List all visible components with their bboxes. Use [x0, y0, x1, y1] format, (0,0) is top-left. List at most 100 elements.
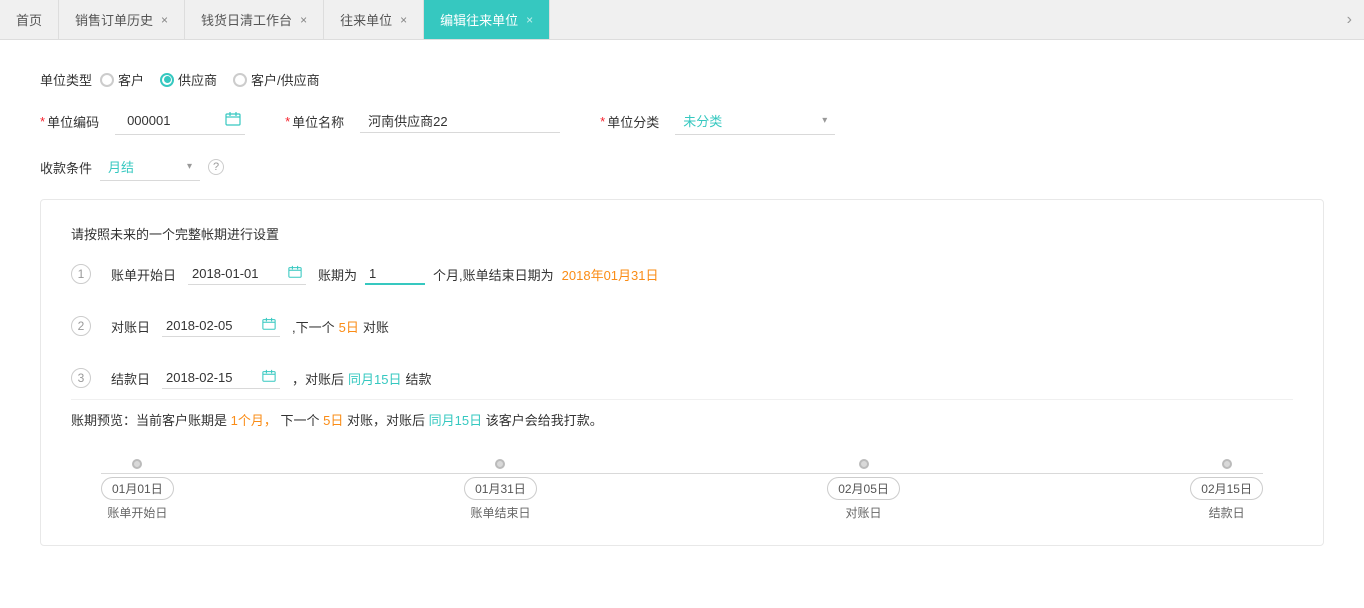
billing-settings-box: 请按照未来的一个完整帐期进行设置 1 账单开始日 账期为 — [40, 199, 1324, 546]
timeline-label-3: 对账日 — [846, 504, 882, 521]
timeline-label-4: 结款日 — [1209, 504, 1245, 521]
tab-partner-close[interactable]: × — [400, 13, 407, 27]
radio-customer-circle — [100, 73, 114, 87]
timeline-badge-1: 01月01日 — [101, 477, 174, 500]
billing-reconcile-calendar-icon[interactable] — [262, 317, 276, 334]
timeline-point-3: 02月05日 对账日 — [827, 459, 900, 521]
payment-terms-help-icon[interactable]: ? — [208, 159, 224, 175]
timeline-label-1: 账单开始日 — [107, 504, 167, 521]
timeline-badge-3: 02月05日 — [827, 477, 900, 500]
timeline-badge-2: 01月31日 — [464, 477, 537, 500]
tab-more-button[interactable]: › — [1335, 11, 1364, 29]
reconcile-day-highlight: 5日 — [339, 317, 359, 336]
billing-row-1: 1 账单开始日 账期为 个月,账单结束日期为 2018年01月31日 — [71, 263, 1293, 285]
billing-start-date-input[interactable] — [192, 266, 282, 281]
timeline-dot-4 — [1222, 459, 1232, 469]
unit-category-group: * 单位分类 未分类 ▾ — [600, 107, 835, 135]
radio-supplier-circle — [160, 73, 174, 87]
unit-code-group: * 单位编码 — [40, 107, 245, 135]
unit-category-select[interactable]: 未分类 ▾ — [675, 107, 835, 135]
tab-home-label: 首页 — [16, 10, 42, 29]
unit-name-group: * 单位名称 — [285, 109, 560, 133]
payment-suffix2: 结款 — [406, 369, 432, 388]
billing-period-input[interactable] — [365, 264, 425, 285]
tab-edit-partner-label: 编辑往来单位 — [440, 10, 518, 29]
timeline-items: 01月01日 账单开始日 01月31日 账单结束日 — [101, 459, 1263, 521]
preview-text: 账期预览：当前客户账期是 1个月， 下一个 5日 对账，对账后 同月15日 该客… — [71, 410, 1293, 429]
billing-start-date-input-wrapper — [188, 263, 306, 285]
billing-row-3: 3 结款日 ，对账后 同月15日 结款 — [71, 367, 1293, 389]
unit-category-value: 未分类 — [683, 111, 816, 130]
payment-terms-value: 月结 — [108, 157, 181, 176]
unit-code-required-star: * — [40, 114, 45, 129]
unit-category-label: 单位分类 — [607, 112, 659, 131]
radio-supplier-label: 供应商 — [178, 70, 217, 89]
tab-cash-work-label: 钱货日清工作台 — [201, 10, 292, 29]
main-content: 单位类型 客户 供应商 客户/供应商 * 单位编码 — [0, 40, 1364, 608]
timeline-dot-3 — [859, 459, 869, 469]
billing-start-date-label: 账单开始日 — [111, 265, 176, 284]
payment-terms-arrow-icon: ▾ — [187, 161, 192, 172]
radio-customer-label: 客户 — [118, 70, 144, 89]
unit-type-radio-group: 客户 供应商 客户/供应商 — [100, 70, 320, 89]
timeline-dot-2 — [495, 459, 505, 469]
tab-cash-work-close[interactable]: × — [300, 13, 307, 27]
timeline-point-4: 02月15日 结款日 — [1190, 459, 1263, 521]
billing-start-date-calendar-icon[interactable] — [288, 265, 302, 282]
billing-payment-label: 结款日 — [111, 369, 150, 388]
tab-home[interactable]: 首页 — [0, 0, 59, 39]
reconcile-suffix2: 对账 — [363, 317, 389, 336]
unit-fields-row: * 单位编码 * 单位名称 * 单位分类 — [40, 107, 1324, 135]
payment-terms-row: 收款条件 月结 ▾ ? — [40, 153, 1324, 181]
billing-row-2-number: 2 — [71, 316, 91, 336]
billing-payment-calendar-icon[interactable] — [262, 369, 276, 386]
unit-code-icon[interactable] — [225, 111, 241, 130]
billing-row-1-number: 1 — [71, 264, 91, 284]
tab-edit-partner[interactable]: 编辑往来单位 × — [424, 0, 550, 39]
preview-reconcile-text: 下一个 — [281, 413, 320, 428]
billing-row-3-number: 3 — [71, 368, 91, 388]
payment-terms-select[interactable]: 月结 ▾ — [100, 153, 200, 181]
preview-payment-suffix: 该客户会给我打款。 — [486, 413, 603, 428]
unit-type-label: 单位类型 — [40, 70, 92, 89]
radio-both[interactable]: 客户/供应商 — [233, 70, 320, 89]
radio-customer[interactable]: 客户 — [100, 70, 144, 89]
reconcile-suffix1: ,下一个 — [292, 317, 335, 336]
unit-name-input[interactable] — [360, 109, 560, 133]
unit-name-required-star: * — [285, 114, 290, 129]
payment-suffix1: ，对账后 — [292, 369, 344, 388]
billing-reconcile-date-input[interactable] — [166, 318, 256, 333]
billing-box-title: 请按照未来的一个完整帐期进行设置 — [71, 224, 1293, 243]
unit-code-label: 单位编码 — [47, 112, 99, 131]
timeline-point-2: 01月31日 账单结束日 — [464, 459, 537, 521]
tab-sales-history[interactable]: 销售订单历史 × — [59, 0, 185, 39]
billing-end-date-highlight: 2018年01月31日 — [562, 265, 659, 284]
tab-sales-history-close[interactable]: × — [161, 13, 168, 27]
preview-section: 账期预览：当前客户账期是 1个月， 下一个 5日 对账，对账后 同月15日 该客… — [71, 399, 1293, 521]
tab-cash-work[interactable]: 钱货日清工作台 × — [185, 0, 324, 39]
tab-partner-label: 往来单位 — [340, 10, 392, 29]
billing-reconcile-date-wrapper — [162, 315, 280, 337]
billing-payment-date-wrapper — [162, 367, 280, 389]
timeline-point-1: 01月01日 账单开始日 — [101, 459, 174, 521]
radio-both-label: 客户/供应商 — [251, 70, 320, 89]
billing-payment-date-input[interactable] — [166, 370, 256, 385]
preview-label: 账期预览：当前客户账期是 — [71, 413, 227, 428]
timeline-dot-1 — [132, 459, 142, 469]
unit-name-label: 单位名称 — [292, 112, 344, 131]
radio-both-circle — [233, 73, 247, 87]
payment-day-highlight: 同月15日 — [348, 369, 401, 388]
preview-payment-highlight: 同月15日 — [429, 413, 482, 428]
preview-reconcile-highlight: 5日 — [323, 413, 343, 428]
timeline-label-2: 账单结束日 — [470, 504, 530, 521]
tab-edit-partner-close[interactable]: × — [526, 13, 533, 27]
billing-reconcile-label: 对账日 — [111, 317, 150, 336]
radio-supplier[interactable]: 供应商 — [160, 70, 217, 89]
payment-terms-label: 收款条件 — [40, 158, 92, 177]
unit-code-input[interactable] — [119, 109, 219, 132]
unit-type-row: 单位类型 客户 供应商 客户/供应商 — [40, 70, 1324, 89]
timeline-badge-4: 02月15日 — [1190, 477, 1263, 500]
tab-partner[interactable]: 往来单位 × — [324, 0, 424, 39]
preview-period-highlight: 1个月， — [231, 413, 277, 428]
tab-bar: 首页 销售订单历史 × 钱货日清工作台 × 往来单位 × 编辑往来单位 × › — [0, 0, 1364, 40]
